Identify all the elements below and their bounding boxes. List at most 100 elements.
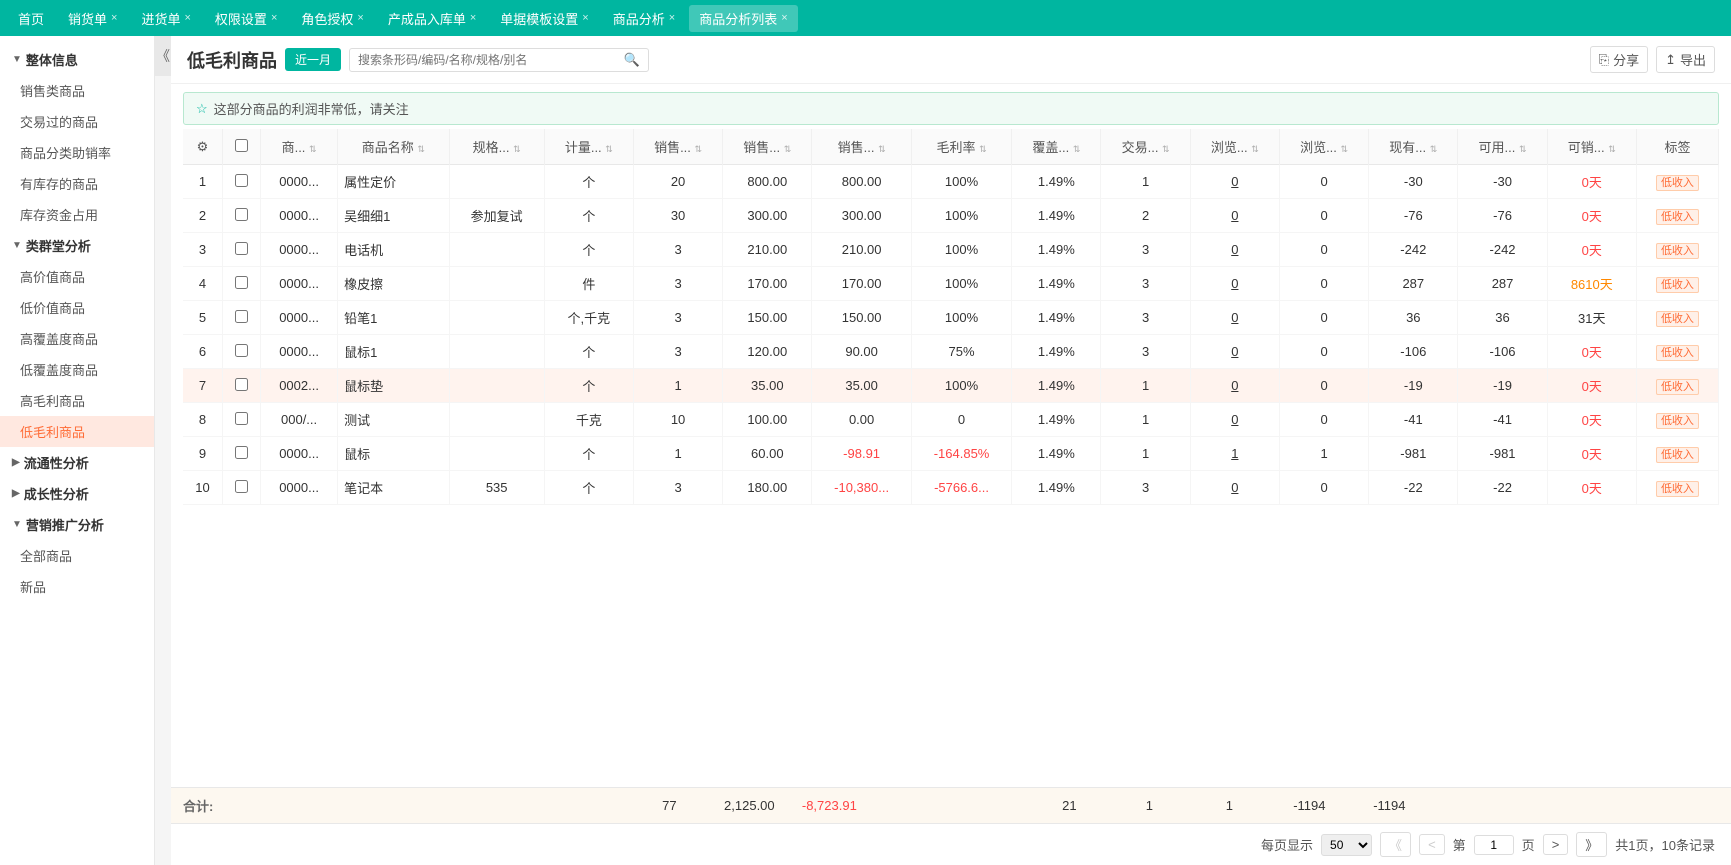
row-check[interactable]: [235, 276, 248, 289]
select-all-checkbox[interactable]: [235, 139, 248, 152]
sidebar-group-marketing[interactable]: ▼ 营销推广分析: [0, 509, 154, 540]
col-sellable[interactable]: 可销... ⇅: [1547, 129, 1636, 165]
col-sales1[interactable]: 销售... ⇅: [633, 129, 722, 165]
next-btn[interactable]: >: [1543, 834, 1569, 855]
sidebar-item-low-coverage[interactable]: 低覆盖度商品: [0, 354, 154, 385]
sidebar-group-cluster[interactable]: ▼ 类群堂分析: [0, 230, 154, 261]
row-checkbox[interactable]: [222, 165, 260, 199]
prev-page-btn[interactable]: 《: [1380, 832, 1411, 857]
sidebar-group-circulation[interactable]: ▶ 流通性分析: [0, 447, 154, 478]
col-unit[interactable]: 计量... ⇅: [544, 129, 633, 165]
nav-role[interactable]: 角色授权 ×: [291, 5, 373, 32]
sidebar-item-capital[interactable]: 库存资金占用: [0, 199, 154, 230]
row-view1[interactable]: 0: [1190, 335, 1279, 369]
sidebar-item-category-sales[interactable]: 商品分类助销率: [0, 137, 154, 168]
row-view1[interactable]: 0: [1190, 471, 1279, 505]
row-view1[interactable]: 0: [1190, 165, 1279, 199]
col-sales2[interactable]: 销售... ⇅: [723, 129, 812, 165]
sidebar-item-all-products[interactable]: 全部商品: [0, 540, 154, 571]
row-checkbox[interactable]: [222, 437, 260, 471]
row-code: 0000...: [260, 437, 337, 471]
nav-permission-close[interactable]: ×: [271, 12, 277, 24]
nav-home[interactable]: 首页: [8, 5, 54, 32]
nav-product-list-close[interactable]: ×: [781, 12, 787, 24]
sidebar-item-high-value[interactable]: 高价值商品: [0, 261, 154, 292]
col-settings[interactable]: ⚙: [183, 129, 222, 165]
sidebar-group-growth[interactable]: ▶ 成长性分析: [0, 478, 154, 509]
share-button[interactable]: ⎘ 分享: [1590, 46, 1648, 73]
sidebar-collapse-btn[interactable]: 《: [155, 36, 171, 76]
col-stock[interactable]: 现有... ⇅: [1369, 129, 1458, 165]
col-check[interactable]: [222, 129, 260, 165]
nav-template[interactable]: 单据模板设置 ×: [490, 5, 598, 32]
nav-role-close[interactable]: ×: [357, 12, 363, 24]
table-wrapper[interactable]: ⚙ 商... ⇅ 商品名称 ⇅ 规格... ⇅ 计量... ⇅ 销售... ⇅ …: [171, 129, 1731, 787]
page-size-select[interactable]: 50 20 100: [1321, 834, 1372, 856]
sidebar-group-overall[interactable]: ▼ 整体信息: [0, 44, 154, 75]
nav-permission[interactable]: 权限设置 ×: [205, 5, 287, 32]
sidebar-item-high-margin[interactable]: 高毛利商品: [0, 385, 154, 416]
search-input[interactable]: [358, 53, 620, 67]
col-code[interactable]: 商... ⇅: [260, 129, 337, 165]
nav-product-analysis-list[interactable]: 商品分析列表 ×: [689, 5, 797, 32]
row-checkbox[interactable]: [222, 233, 260, 267]
col-view1[interactable]: 浏览... ⇅: [1190, 129, 1279, 165]
row-check[interactable]: [235, 480, 248, 493]
search-icon[interactable]: 🔍: [624, 52, 640, 68]
sidebar-item-sales-products[interactable]: 销售类商品: [0, 75, 154, 106]
col-trans[interactable]: 交易... ⇅: [1101, 129, 1190, 165]
row-view1[interactable]: 0: [1190, 199, 1279, 233]
row-check[interactable]: [235, 242, 248, 255]
col-spec[interactable]: 规格... ⇅: [449, 129, 544, 165]
row-checkbox[interactable]: [222, 301, 260, 335]
nav-sales-close[interactable]: ×: [111, 12, 117, 24]
row-view1[interactable]: 0: [1190, 403, 1279, 437]
nav-sales[interactable]: 销货单 ×: [58, 5, 127, 32]
row-view1[interactable]: 1: [1190, 437, 1279, 471]
row-checkbox[interactable]: [222, 267, 260, 301]
next-page-btn[interactable]: 》: [1576, 832, 1607, 857]
sidebar-item-low-value[interactable]: 低价值商品: [0, 292, 154, 323]
row-check[interactable]: [235, 208, 248, 221]
row-no: 9: [183, 437, 222, 471]
sidebar-item-low-margin[interactable]: 低毛利商品: [0, 416, 154, 447]
row-sales2: 300.00: [723, 199, 812, 233]
row-check[interactable]: [235, 378, 248, 391]
row-checkbox[interactable]: [222, 403, 260, 437]
col-avail[interactable]: 可用... ⇅: [1458, 129, 1547, 165]
nav-purchase-close[interactable]: ×: [184, 12, 190, 24]
row-view1[interactable]: 0: [1190, 233, 1279, 267]
sidebar-item-new-products[interactable]: 新品: [0, 571, 154, 602]
row-view1[interactable]: 0: [1190, 301, 1279, 335]
nav-purchase[interactable]: 进货单 ×: [131, 5, 200, 32]
row-check[interactable]: [235, 174, 248, 187]
sidebar-item-high-coverage[interactable]: 高覆盖度商品: [0, 323, 154, 354]
col-sales3[interactable]: 销售... ⇅: [812, 129, 911, 165]
row-check[interactable]: [235, 446, 248, 459]
nav-product-entry[interactable]: 产成品入库单 ×: [378, 5, 486, 32]
row-view1[interactable]: 0: [1190, 267, 1279, 301]
table-row: 10 0000... 笔记本 535 个 3 180.00 -10,380...…: [183, 471, 1719, 505]
nav-product-analysis[interactable]: 商品分析 ×: [603, 5, 685, 32]
row-checkbox[interactable]: [222, 369, 260, 403]
nav-product-entry-close[interactable]: ×: [470, 12, 476, 24]
row-check[interactable]: [235, 310, 248, 323]
sidebar-item-traded-products[interactable]: 交易过的商品: [0, 106, 154, 137]
sidebar-item-in-stock[interactable]: 有库存的商品: [0, 168, 154, 199]
period-button[interactable]: 近一月: [285, 48, 341, 71]
row-checkbox[interactable]: [222, 335, 260, 369]
col-view2[interactable]: 浏览... ⇅: [1279, 129, 1368, 165]
row-check[interactable]: [235, 412, 248, 425]
nav-product-analysis-close[interactable]: ×: [669, 12, 675, 24]
nav-template-close[interactable]: ×: [582, 12, 588, 24]
export-button[interactable]: ↥ 导出: [1656, 46, 1715, 73]
row-checkbox[interactable]: [222, 471, 260, 505]
page-input[interactable]: [1474, 835, 1514, 855]
prev-btn[interactable]: <: [1419, 834, 1445, 855]
row-checkbox[interactable]: [222, 199, 260, 233]
row-check[interactable]: [235, 344, 248, 357]
col-coverage[interactable]: 覆盖... ⇅: [1012, 129, 1101, 165]
col-name[interactable]: 商品名称 ⇅: [338, 129, 449, 165]
col-gross[interactable]: 毛利率 ⇅: [911, 129, 1011, 165]
row-view1[interactable]: 0: [1190, 369, 1279, 403]
